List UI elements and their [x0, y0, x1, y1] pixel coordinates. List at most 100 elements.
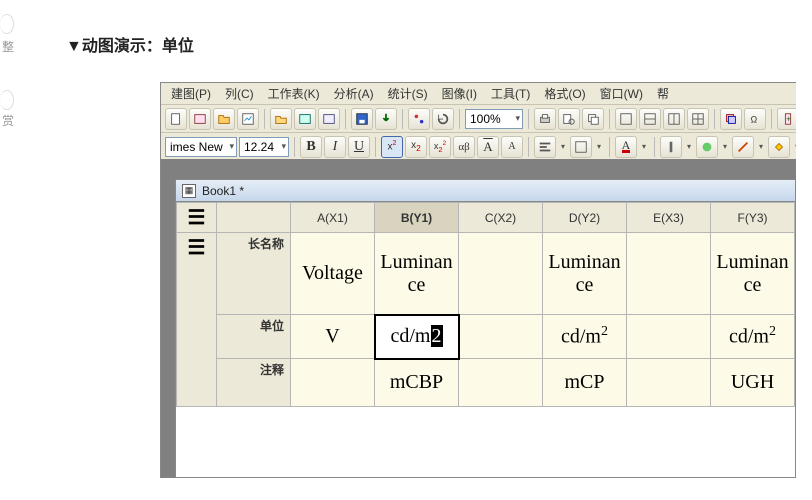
side-decor-1 — [0, 14, 14, 34]
open-button[interactable] — [270, 108, 292, 130]
increase-font-button[interactable]: A — [477, 136, 499, 158]
separator — [609, 109, 610, 129]
batch-button[interactable] — [408, 108, 430, 130]
row-label-comments[interactable]: 注释 — [217, 359, 291, 407]
window-2-button[interactable] — [639, 108, 661, 130]
fill-color-button[interactable] — [768, 136, 790, 158]
new-excel-button[interactable] — [294, 108, 316, 130]
symbol-map-button[interactable]: Ω — [744, 108, 766, 130]
cell-units-a[interactable]: V — [291, 315, 375, 359]
print-button[interactable] — [534, 108, 556, 130]
align-left-button[interactable] — [534, 136, 556, 158]
separator — [294, 137, 295, 157]
worksheet-grid[interactable]: ☰ A(X1) B(Y1) C(X2) D(Y2) E(X3) F(Y3) ☰ … — [176, 202, 795, 407]
new-workbook-button[interactable] — [189, 108, 211, 130]
grid-row-corner[interactable]: ☰ — [177, 233, 217, 407]
menu-bar: 建图(P) 列(C) 工作表(K) 分析(A) 统计(S) 图像(I) 工具(T… — [161, 83, 796, 105]
window-1-button[interactable] — [615, 108, 637, 130]
print-preview-button[interactable] — [558, 108, 580, 130]
edit-selection: 2 — [431, 325, 443, 347]
greek-button[interactable]: αβ — [453, 136, 475, 158]
font-size-combo[interactable]: 12.24 — [239, 137, 289, 157]
layers-button[interactable] — [720, 108, 742, 130]
row-label-units[interactable]: 单位 — [217, 315, 291, 359]
cell-longname-c[interactable] — [459, 233, 543, 315]
cell-comments-d[interactable]: mCP — [543, 359, 627, 407]
col-header-c[interactable]: C(X2) — [459, 203, 543, 233]
window-3-button[interactable] — [663, 108, 685, 130]
cell-comments-c[interactable] — [459, 359, 543, 407]
origin-app-window: 建图(P) 列(C) 工作表(K) 分析(A) 统计(S) 图像(I) 工具(T… — [160, 82, 796, 478]
supsub-button[interactable]: x22 — [429, 136, 451, 158]
menu-analysis[interactable]: 分析(A) — [334, 85, 374, 102]
menu-format[interactable]: 格式(O) — [544, 85, 585, 102]
line-color-button[interactable] — [732, 136, 754, 158]
menu-image[interactable]: 图像(I) — [442, 85, 477, 102]
separator — [714, 109, 715, 129]
grid-corner[interactable]: ☰ — [177, 203, 217, 233]
cell-comments-b[interactable]: mCBP — [375, 359, 459, 407]
line-style-dropdown[interactable]: ▾ — [684, 136, 694, 158]
cell-longname-f[interactable]: Luminance — [711, 233, 795, 315]
recalc-button[interactable] — [432, 108, 454, 130]
superscript-button[interactable]: x2 — [381, 136, 403, 158]
workbook-icon: ▦ — [182, 184, 196, 198]
menu-tools[interactable]: 工具(T) — [491, 85, 530, 102]
cell-comments-f[interactable]: UGH — [711, 359, 795, 407]
new-folder-button[interactable] — [213, 108, 235, 130]
line-color-dropdown[interactable]: ▾ — [756, 136, 766, 158]
new-matrix-button[interactable] — [318, 108, 340, 130]
font-color-button[interactable]: A — [615, 136, 637, 158]
col-header-d[interactable]: D(Y2) — [543, 203, 627, 233]
border-dropdown[interactable]: ▾ — [594, 136, 604, 158]
cell-longname-d[interactable]: Luminance — [543, 233, 627, 315]
collapse-triangle-icon[interactable]: ▼ — [66, 38, 82, 55]
row-header-corner[interactable] — [217, 203, 291, 233]
workbook-titlebar[interactable]: ▦ Book1 * — [176, 180, 795, 202]
tool-a-dropdown[interactable]: ▾ — [720, 136, 730, 158]
cell-longname-b[interactable]: Luminance — [375, 233, 459, 315]
menu-statistics[interactable]: 统计(S) — [388, 85, 428, 102]
svg-text:+: + — [786, 114, 791, 123]
subscript-button[interactable]: x2 — [405, 136, 427, 158]
cell-longname-e[interactable] — [627, 233, 711, 315]
duplicate-button[interactable] — [582, 108, 604, 130]
cell-units-c[interactable] — [459, 315, 543, 359]
add-column-button[interactable]: + — [777, 108, 796, 130]
new-project-button[interactable] — [165, 108, 187, 130]
row-label-longname[interactable]: 长名称 — [217, 233, 291, 315]
cell-comments-e[interactable] — [627, 359, 711, 407]
col-header-f[interactable]: F(Y3) — [711, 203, 795, 233]
menu-window[interactable]: 窗口(W) — [600, 85, 643, 102]
cell-units-e[interactable] — [627, 315, 711, 359]
tool-a-button[interactable] — [696, 136, 718, 158]
col-header-e[interactable]: E(X3) — [627, 203, 711, 233]
menu-column[interactable]: 列(C) — [225, 85, 254, 102]
menu-worksheet[interactable]: 工作表(K) — [268, 85, 320, 102]
font-combo[interactable]: imes New — [165, 137, 237, 157]
cell-longname-a[interactable]: Voltage — [291, 233, 375, 315]
save-button[interactable] — [351, 108, 373, 130]
col-header-b[interactable]: B(Y1) — [375, 203, 459, 233]
menu-plot[interactable]: 建图(P) — [171, 85, 211, 102]
window-4-button[interactable] — [687, 108, 709, 130]
workbook-window[interactable]: ▦ Book1 * ☰ A(X1) B(Y1) C(X2) D(Y2) E(X3… — [175, 179, 796, 478]
underline-button[interactable]: U — [348, 136, 370, 158]
col-header-a[interactable]: A(X1) — [291, 203, 375, 233]
cell-units-b-editing[interactable]: cd/m2 — [375, 315, 459, 359]
line-style-button[interactable] — [660, 136, 682, 158]
bold-button[interactable]: B — [300, 136, 322, 158]
cell-units-d[interactable]: cd/m2 — [543, 315, 627, 359]
menu-help[interactable]: 帮 — [657, 85, 669, 102]
font-color-dropdown[interactable]: ▾ — [639, 136, 649, 158]
italic-button[interactable]: I — [324, 136, 346, 158]
import-button[interactable] — [375, 108, 397, 130]
fill-color-dropdown[interactable]: ▾ — [792, 136, 796, 158]
zoom-combo[interactable]: 100% — [465, 109, 523, 129]
border-button[interactable] — [570, 136, 592, 158]
decrease-font-button[interactable]: A — [501, 136, 523, 158]
cell-units-f[interactable]: cd/m2 — [711, 315, 795, 359]
cell-comments-a[interactable] — [291, 359, 375, 407]
align-dropdown[interactable]: ▾ — [558, 136, 568, 158]
new-graph-button[interactable] — [237, 108, 259, 130]
